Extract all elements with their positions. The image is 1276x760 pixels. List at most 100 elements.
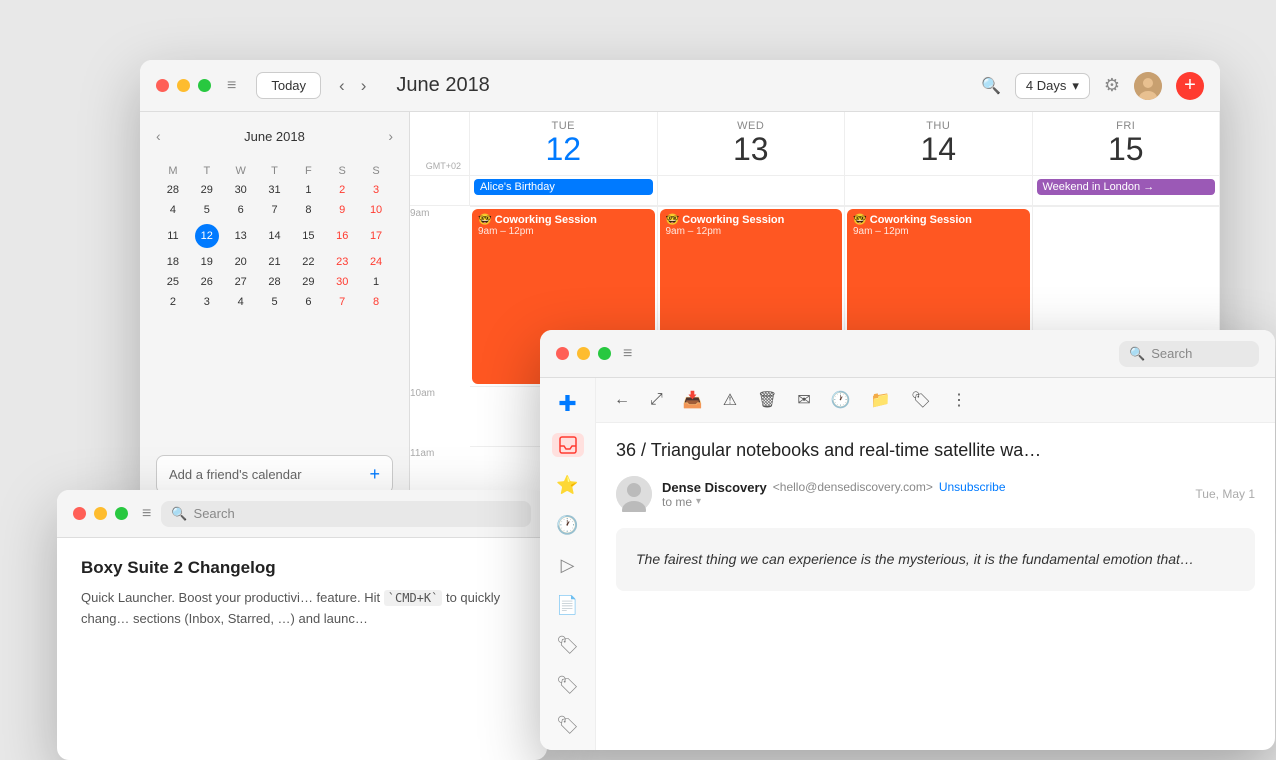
label-button[interactable]: 🏷: [905, 386, 937, 414]
snooze-button[interactable]: 🕐: [825, 386, 857, 414]
list-item[interactable]: 10: [359, 200, 393, 220]
list-item[interactable]: 17: [359, 220, 393, 252]
expand-button[interactable]: ⤢: [644, 387, 669, 413]
minimize-button[interactable]: [177, 79, 190, 92]
sent-icon[interactable]: ▷: [552, 553, 584, 577]
london-event[interactable]: Weekend in London →: [1037, 179, 1216, 195]
time-label-10am: 10am: [410, 386, 470, 446]
gear-icon[interactable]: ⚙: [1104, 75, 1120, 96]
mail-sidebar: ✚ ⭐ 🕐 ▷ 📄 🏷 🏷 🏷: [540, 378, 596, 750]
list-item[interactable]: 21: [258, 252, 292, 272]
prev-period-button[interactable]: ‹: [333, 74, 351, 98]
list-item[interactable]: 12: [190, 220, 224, 252]
mail-hamburger-icon[interactable]: ≡: [623, 345, 632, 363]
add-event-button[interactable]: +: [1176, 72, 1204, 100]
list-item[interactable]: 6: [224, 200, 258, 220]
table-row: 11 12 13 14 15 16 17: [156, 220, 393, 252]
mail-minimize-button[interactable]: [577, 347, 590, 360]
list-item[interactable]: 27: [224, 272, 258, 292]
back-button[interactable]: ←: [608, 387, 636, 413]
list-item[interactable]: 22: [291, 252, 325, 272]
spam-button[interactable]: ⚠: [717, 386, 743, 414]
list-item[interactable]: 1: [291, 180, 325, 200]
drafts-icon[interactable]: 📄: [552, 594, 584, 618]
list-item[interactable]: 25: [156, 272, 190, 292]
next-period-button[interactable]: ›: [355, 74, 373, 98]
notes-search-box[interactable]: 🔍 Search: [161, 501, 531, 527]
mini-cal-next[interactable]: ›: [388, 128, 393, 144]
close-button[interactable]: [156, 79, 169, 92]
list-item[interactable]: 26: [190, 272, 224, 292]
list-item[interactable]: 14: [258, 220, 292, 252]
add-friend-calendar[interactable]: Add a friend's calendar +: [156, 455, 393, 494]
list-item[interactable]: 20: [224, 252, 258, 272]
today-button[interactable]: Today: [256, 72, 321, 99]
snoozed-icon[interactable]: 🕐: [552, 513, 584, 537]
inbox-icon[interactable]: [552, 433, 584, 457]
list-item[interactable]: 4: [156, 200, 190, 220]
mail-maximize-button[interactable]: [598, 347, 611, 360]
mail-traffic-lights: [556, 347, 611, 360]
search-icon[interactable]: 🔍: [981, 76, 1001, 96]
list-item[interactable]: 9: [325, 200, 359, 220]
mail-close-button[interactable]: [556, 347, 569, 360]
notes-maximize-button[interactable]: [115, 507, 128, 520]
list-item[interactable]: 28: [156, 180, 190, 200]
more-button[interactable]: ⋮: [945, 386, 973, 414]
list-item[interactable]: 3: [359, 180, 393, 200]
list-item[interactable]: 23: [325, 252, 359, 272]
list-item[interactable]: 4: [224, 292, 258, 312]
list-item[interactable]: 5: [258, 292, 292, 312]
day-header-tue: Tue 12: [470, 112, 658, 175]
mail-body: ✚ ⭐ 🕐 ▷ 📄 🏷 🏷 🏷 ← ⤢ 📥 ⚠ 🗑: [540, 378, 1275, 750]
mail-search-box[interactable]: 🔍 Search: [1119, 341, 1259, 367]
label-icon-3[interactable]: 🏷: [552, 714, 584, 738]
compose-button[interactable]: ✚: [550, 390, 586, 417]
list-item[interactable]: 7: [258, 200, 292, 220]
list-item[interactable]: 16: [325, 220, 359, 252]
list-item[interactable]: 19: [190, 252, 224, 272]
avatar[interactable]: [1134, 72, 1162, 100]
list-item[interactable]: 24: [359, 252, 393, 272]
notes-window: ≡ 🔍 Search Boxy Suite 2 Changelog Quick …: [57, 490, 547, 760]
list-item[interactable]: 15: [291, 220, 325, 252]
birthday-event[interactable]: Alice's Birthday: [474, 179, 653, 195]
list-item[interactable]: 5: [190, 200, 224, 220]
mini-cal-prev[interactable]: ‹: [156, 128, 161, 144]
archive-button[interactable]: 📥: [677, 386, 709, 414]
email-date: Tue, May 1: [1195, 487, 1255, 501]
list-item[interactable]: 18: [156, 252, 190, 272]
list-item[interactable]: 29: [291, 272, 325, 292]
list-item[interactable]: 2: [156, 292, 190, 312]
chevron-down-icon[interactable]: ▾: [696, 496, 701, 507]
maximize-button[interactable]: [198, 79, 211, 92]
list-item[interactable]: 2: [325, 180, 359, 200]
delete-button[interactable]: 🗑: [751, 386, 783, 414]
list-item[interactable]: 7: [325, 292, 359, 312]
notes-close-button[interactable]: [73, 507, 86, 520]
list-item[interactable]: 31: [258, 180, 292, 200]
hamburger-icon[interactable]: ≡: [227, 77, 236, 95]
list-item[interactable]: 3: [190, 292, 224, 312]
list-item[interactable]: 30: [224, 180, 258, 200]
list-item[interactable]: 29: [190, 180, 224, 200]
list-item[interactable]: 13: [224, 220, 258, 252]
list-item[interactable]: 8: [291, 200, 325, 220]
notes-hamburger-icon[interactable]: ≡: [142, 505, 151, 523]
label-icon-1[interactable]: 🏷: [552, 634, 584, 658]
list-item[interactable]: 30: [325, 272, 359, 292]
day-header-sun: S: [359, 162, 393, 180]
email-quote: The fairest thing we can experience is t…: [636, 548, 1235, 570]
list-item[interactable]: 6: [291, 292, 325, 312]
label-icon-2[interactable]: 🏷: [552, 674, 584, 698]
days-picker[interactable]: 4 Days ▾: [1015, 73, 1090, 99]
list-item[interactable]: 1: [359, 272, 393, 292]
unsubscribe-link[interactable]: Unsubscribe: [939, 480, 1006, 494]
move-button[interactable]: 📁: [865, 386, 897, 414]
notes-minimize-button[interactable]: [94, 507, 107, 520]
list-item[interactable]: 28: [258, 272, 292, 292]
list-item[interactable]: 11: [156, 220, 190, 252]
mark-unread-button[interactable]: ✉: [791, 386, 816, 414]
list-item[interactable]: 8: [359, 292, 393, 312]
starred-icon[interactable]: ⭐: [552, 473, 584, 497]
